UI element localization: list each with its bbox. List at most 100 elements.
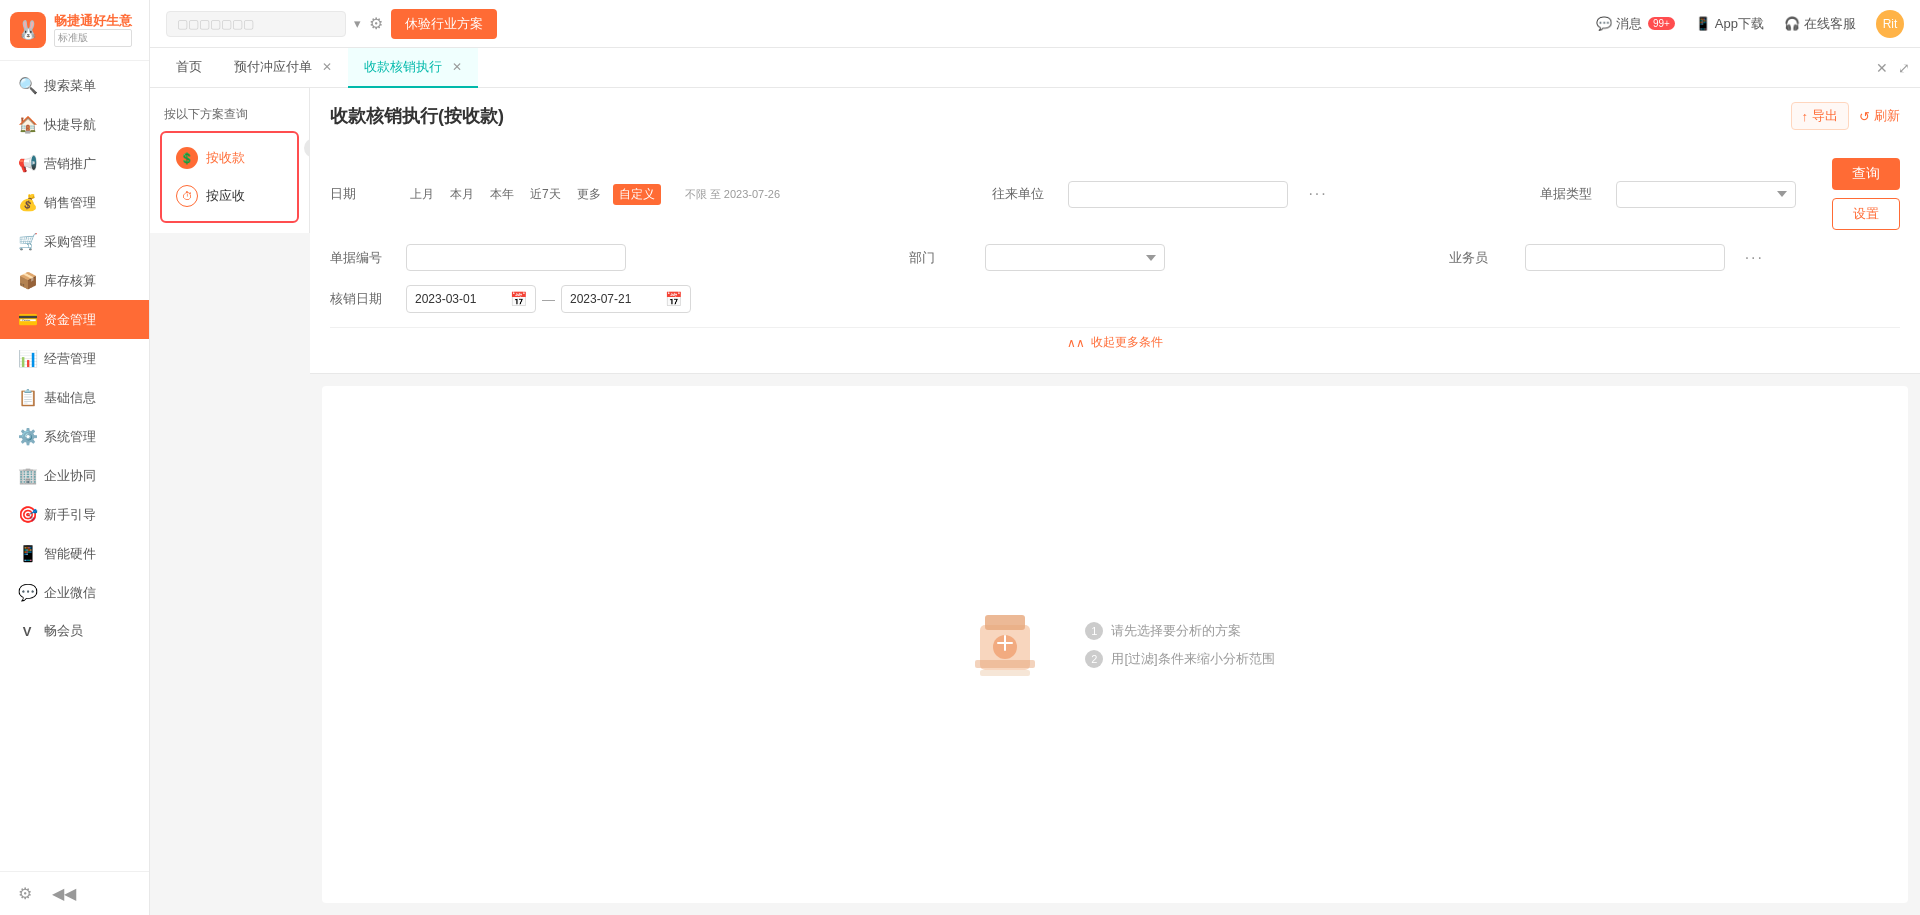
sidebar-item-label: 经营管理 (44, 350, 96, 368)
tip-num-1: 1 (1085, 622, 1103, 640)
sidebar-item-search-menu[interactable]: 🔍 搜索菜单 (0, 66, 149, 105)
sidebar-item-wechat[interactable]: 💬 企业微信 (0, 573, 149, 612)
svg-rect-6 (980, 670, 1030, 676)
sidebar-item-system[interactable]: ⚙️ 系统管理 (0, 417, 149, 456)
collapse-sidebar-icon[interactable]: ◀◀ (52, 884, 76, 903)
quick-nav-icon: 🏠 (18, 115, 36, 134)
app-download-button[interactable]: 📱 App下载 (1695, 15, 1764, 33)
hardware-icon: 📱 (18, 544, 36, 563)
sidebar-item-inventory[interactable]: 📦 库存核算 (0, 261, 149, 300)
date-btn-7days[interactable]: 近7天 (526, 184, 565, 205)
header-search-bar[interactable]: ▢▢▢▢▢▢▢ (166, 11, 346, 37)
date-btn-this-month[interactable]: 本月 (446, 184, 478, 205)
tab-home[interactable]: 首页 (160, 48, 218, 88)
refresh-icon: ↺ (1859, 109, 1870, 124)
online-service-button[interactable]: 🎧 在线客服 (1784, 15, 1856, 33)
purchase-icon: 🛒 (18, 232, 36, 251)
calendar-start-icon[interactable]: 📅 (510, 291, 527, 307)
date-btn-this-year[interactable]: 本年 (486, 184, 518, 205)
salesperson-more-icon[interactable]: ··· (1745, 249, 1764, 267)
sidebar-item-purchase[interactable]: 🛒 采购管理 (0, 222, 149, 261)
enterprise-icon: 🏢 (18, 466, 36, 485)
writeoff-date-group: 2023-03-01 📅 — 2023-07-21 📅 (406, 285, 691, 313)
sidebar-item-label: 搜索菜单 (44, 77, 96, 95)
sidebar-item-guide[interactable]: 🎯 新手引导 (0, 495, 149, 534)
tab-home-label: 首页 (176, 58, 202, 76)
sidebar-item-hardware[interactable]: 📱 智能硬件 (0, 534, 149, 573)
sidebar-item-label: 智能硬件 (44, 545, 96, 563)
refresh-button[interactable]: ↺ 刷新 (1859, 107, 1900, 125)
message-button[interactable]: 💬 消息 99+ (1596, 15, 1675, 33)
dept-select[interactable] (985, 244, 1165, 271)
page-title: 收款核销执行(按收款) (330, 104, 504, 140)
empty-tip-1: 1 请先选择要分析的方案 (1085, 622, 1274, 640)
tip-num-2: 2 (1085, 650, 1103, 668)
settings-bottom-icon[interactable]: ⚙ (18, 884, 32, 903)
left-panel-border-box: 💲 按收款 ⏱ 按应收 (160, 131, 299, 223)
tab-prepay[interactable]: 预付冲应付单 ✕ (218, 48, 348, 88)
doc-type-label: 单据类型 (1540, 185, 1596, 203)
collapse-more-button[interactable]: ∧∧ 收起更多条件 (330, 327, 1900, 357)
tab-collect-close-icon[interactable]: ✕ (452, 60, 462, 74)
date-btn-last-month[interactable]: 上月 (406, 184, 438, 205)
left-panel-item-receipt[interactable]: 💲 按收款 (162, 139, 297, 177)
svg-rect-5 (975, 660, 1035, 668)
settings-gear-icon[interactable]: ⚙ (369, 14, 383, 33)
collapse-label: 收起更多条件 (1091, 334, 1163, 351)
salesperson-input[interactable] (1525, 244, 1725, 271)
capital-icon: 💳 (18, 310, 36, 329)
tab-bar-actions: ✕ ⤢ (1876, 60, 1910, 76)
sidebar-item-label: 库存核算 (44, 272, 96, 290)
counterpart-more-icon[interactable]: ··· (1308, 185, 1327, 203)
inventory-icon: 📦 (18, 271, 36, 290)
left-panel-title: 按以下方案查询 (150, 98, 309, 131)
header-search-area: ▢▢▢▢▢▢▢ ▾ ⚙ 休验行业方案 (166, 9, 1584, 39)
doc-num-input[interactable] (406, 244, 626, 271)
empty-tips: 1 请先选择要分析的方案 2 用[过滤]条件来缩小分析范围 (1085, 622, 1274, 668)
empty-tip-1-text: 请先选择要分析的方案 (1111, 622, 1241, 640)
filter-row-3: 核销日期 2023-03-01 📅 — 2023-07-21 📅 (330, 285, 1900, 313)
left-panel-wrapper: 按以下方案查询 💲 按收款 ⏱ 按应收 » (150, 88, 310, 915)
doc-type-select[interactable] (1616, 181, 1796, 208)
header-right: 💬 消息 99+ 📱 App下载 🎧 在线客服 Rit (1596, 10, 1904, 38)
date-btn-custom[interactable]: 自定义 (613, 184, 661, 205)
title-actions: ↑ 导出 ↺ 刷新 (1791, 102, 1901, 142)
sidebar-item-capital[interactable]: 💳 资金管理 (0, 300, 149, 339)
empty-tip-2-text: 用[过滤]条件来缩小分析范围 (1111, 650, 1274, 668)
export-button[interactable]: ↑ 导出 (1791, 102, 1850, 130)
sidebar-item-quick-nav[interactable]: 🏠 快捷导航 (0, 105, 149, 144)
query-button[interactable]: 查询 (1832, 158, 1900, 190)
sidebar-item-sales[interactable]: 💰 销售管理 (0, 183, 149, 222)
sidebar-item-label: 新手引导 (44, 506, 96, 524)
sidebar: 🐰 畅捷通好生意 标准版 🔍 搜索菜单 🏠 快捷导航 📢 营销推广 💰 销售管理… (0, 0, 150, 915)
left-panel-item-receivable[interactable]: ⏱ 按应收 (162, 177, 297, 215)
wechat-icon: 💬 (18, 583, 36, 602)
receipt-label: 按收款 (206, 149, 245, 167)
sidebar-item-operation[interactable]: 📊 经营管理 (0, 339, 149, 378)
writeoff-date-start-input[interactable]: 2023-03-01 📅 (406, 285, 536, 313)
tab-collect[interactable]: 收款核销执行 ✕ (348, 48, 478, 88)
sidebar-item-label: 企业微信 (44, 584, 96, 602)
industry-solution-button[interactable]: 休验行业方案 (391, 9, 497, 39)
sidebar-item-marketing[interactable]: 📢 营销推广 (0, 144, 149, 183)
sidebar-item-member[interactable]: V 畅会员 (0, 612, 149, 650)
system-icon: ⚙️ (18, 427, 36, 446)
sidebar-item-basic[interactable]: 📋 基础信息 (0, 378, 149, 417)
date-btn-more[interactable]: 更多 (573, 184, 605, 205)
empty-tip-2: 2 用[过滤]条件来缩小分析范围 (1085, 650, 1274, 668)
salesperson-label: 业务员 (1449, 249, 1505, 267)
guide-icon: 🎯 (18, 505, 36, 524)
sidebar-item-enterprise[interactable]: 🏢 企业协同 (0, 456, 149, 495)
mobile-icon: 📱 (1695, 16, 1711, 31)
tab-collect-label: 收款核销执行 (364, 58, 442, 76)
online-service-label: 在线客服 (1804, 15, 1856, 33)
writeoff-date-end-input[interactable]: 2023-07-21 📅 (561, 285, 691, 313)
tab-prepay-close-icon[interactable]: ✕ (322, 60, 332, 74)
settings-button[interactable]: 设置 (1832, 198, 1900, 230)
counterpart-input[interactable] (1068, 181, 1288, 208)
user-profile-button[interactable]: Rit (1876, 10, 1904, 38)
tab-close-action-button[interactable]: ✕ (1876, 60, 1888, 76)
tab-expand-action-button[interactable]: ⤢ (1898, 60, 1910, 76)
calendar-end-icon[interactable]: 📅 (665, 291, 682, 307)
dropdown-arrow-icon[interactable]: ▾ (354, 16, 361, 31)
